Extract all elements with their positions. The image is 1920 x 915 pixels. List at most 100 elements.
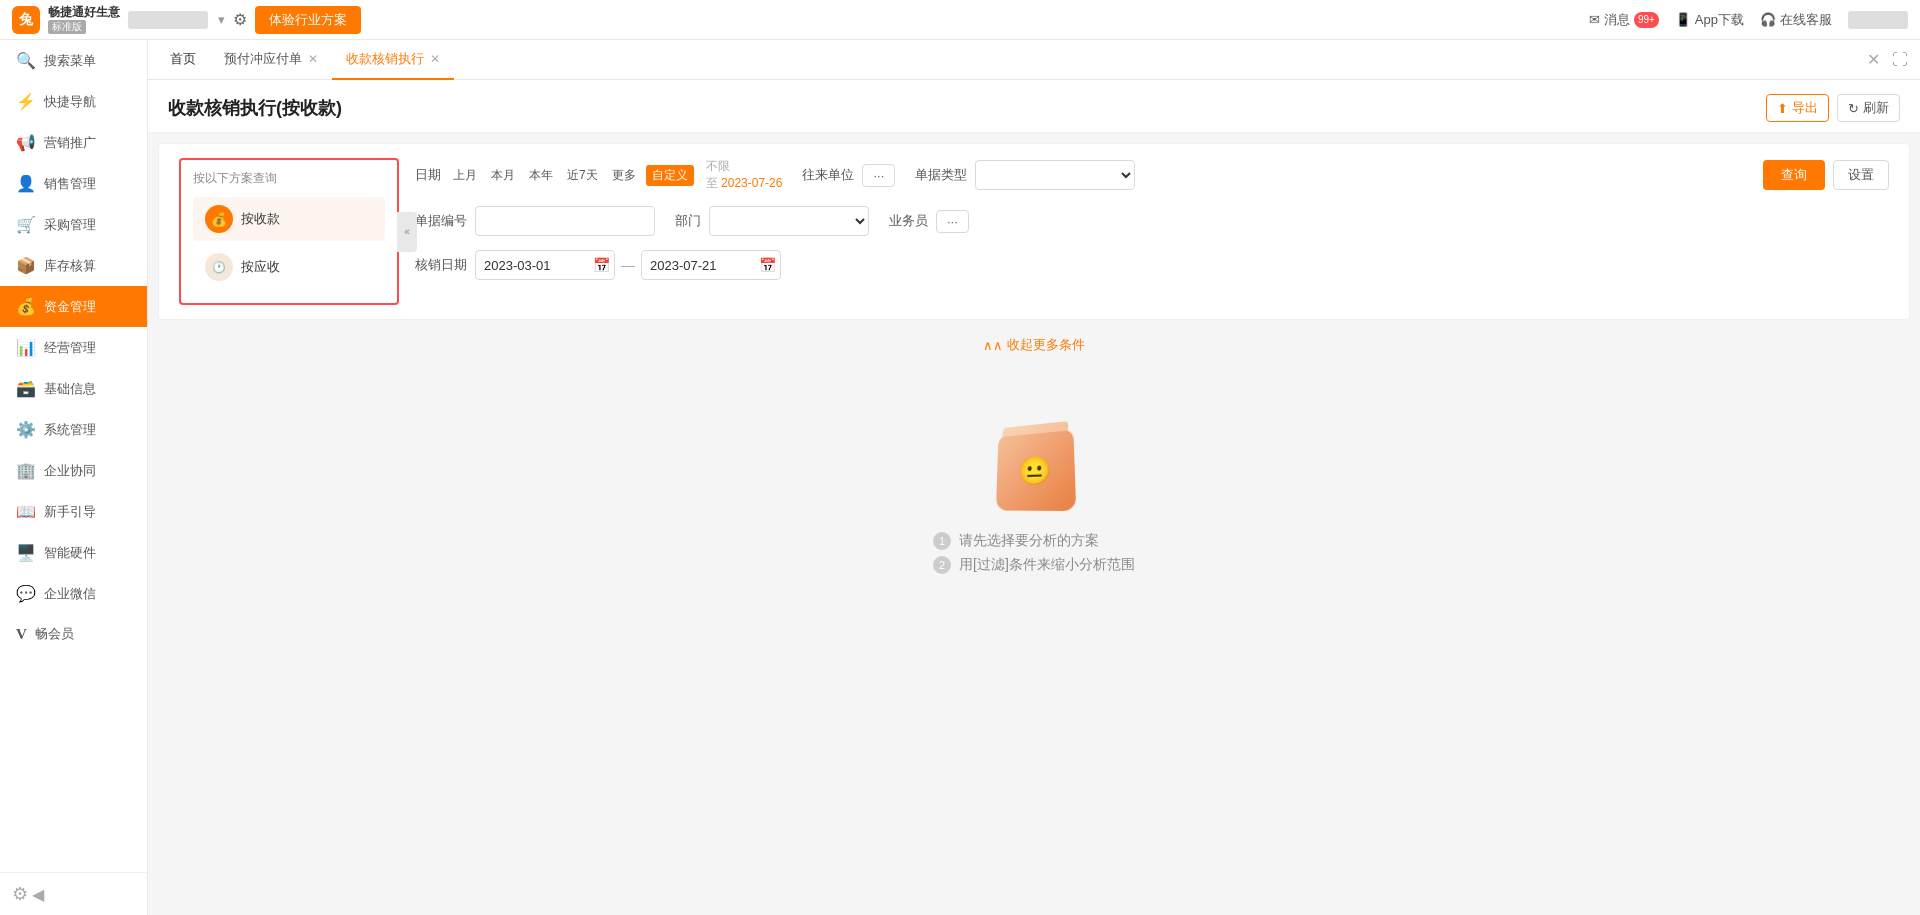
sidebar-item-wechat[interactable]: 💬 企业微信 [0,573,147,614]
filter-scheme-panel: 按以下方案查询 💰 按收款 🕐 按应收 « [179,158,399,305]
export-button[interactable]: ⬆ 导出 [1766,94,1829,122]
sidebar-item-smart-hw[interactable]: 🖥️ 智能硬件 [0,532,147,573]
sidebar-collapse-button[interactable]: ◀ [32,885,44,904]
sidebar-item-purchase[interactable]: 🛒 采购管理 [0,204,147,245]
filter-collapse-button[interactable]: « [397,212,417,252]
business-icon: 📊 [16,338,36,357]
hint-text-2: 用[过滤]条件来缩小分析范围 [959,556,1135,574]
counterparty-label: 往来单位 [802,166,854,184]
doc-number-field: 单据编号 [415,206,655,236]
shortcut-custom[interactable]: 自定义 [646,165,694,186]
shortcut-7days[interactable]: 近7天 [563,165,602,186]
smart-hw-icon: 🖥️ [16,543,36,562]
marketing-icon: 📢 [16,133,36,152]
sidebar-item-finance[interactable]: 💰 资金管理 [0,286,147,327]
writeoff-date-end-input[interactable] [650,258,755,273]
page-header: 收款核销执行(按收款) ⬆ 导出 ↻ 刷新 [148,80,1920,133]
writeoff-date-start-input[interactable] [484,258,589,273]
app-layout: 🔍 搜索菜单 ⚡ 快捷导航 📢 营销推广 👤 销售管理 🛒 采购管理 📦 库存核… [0,40,1920,915]
sidebar-label: 智能硬件 [44,544,96,562]
member-icon: V [16,626,27,643]
sidebar-item-business[interactable]: 📊 经营管理 [0,327,147,368]
empty-box-illustration: 😐 [996,428,1076,511]
sidebar-label: 企业微信 [44,585,96,603]
dropdown-chevron-icon[interactable]: ▾ [218,12,225,27]
dept-select[interactable] [709,206,869,236]
doc-type-label: 单据类型 [915,166,967,184]
writeoff-date-start-wrap: 📅 [475,250,615,280]
hint-text-1: 请先选择要分析的方案 [959,532,1099,550]
sidebar-item-basic-info[interactable]: 🗃️ 基础信息 [0,368,147,409]
system-icon: ⚙️ [16,420,36,439]
user-avatar[interactable] [1848,11,1908,29]
filter-by-receipt[interactable]: 💰 按收款 [193,197,385,241]
calendar-end-icon[interactable]: 📅 [759,257,776,273]
filter-row-2: 单据编号 部门 业务员 ··· [415,206,1889,236]
filter-scheme-title: 按以下方案查询 [193,170,385,187]
sidebar-item-member[interactable]: V 畅会员 [0,614,147,654]
app-download-button[interactable]: 📱 App下载 [1675,11,1744,29]
shortcut-this-month[interactable]: 本月 [487,165,519,186]
sidebar-label: 搜索菜单 [44,52,96,70]
tab-receipt-writeoff-close-icon[interactable]: ✕ [430,52,440,66]
empty-hint-2: 2 用[过滤]条件来缩小分析范围 [933,556,1135,574]
empty-icon: 😐 [984,420,1084,520]
settings-button[interactable]: 设置 [1833,160,1889,190]
refresh-button[interactable]: ↻ 刷新 [1837,94,1900,122]
filter-row-1: 日期 上月 本月 本年 近7天 更多 自定义 不限 至 [415,158,1889,192]
calendar-start-icon[interactable]: 📅 [593,257,610,273]
receivable-option-icon: 🕐 [205,253,233,281]
receipt-option-icon: 💰 [205,205,233,233]
brand-sub: 标准版 [48,20,86,34]
wechat-icon: 💬 [16,584,36,603]
shortcut-last-month[interactable]: 上月 [449,165,481,186]
message-badge: 99+ [1634,12,1659,28]
doc-number-input[interactable] [475,206,655,236]
guide-icon: 📖 [16,502,36,521]
online-service-button[interactable]: 🎧 在线客服 [1760,11,1832,29]
tab-receipt-writeoff[interactable]: 收款核销执行 ✕ [332,40,454,80]
tab-prepay-close-icon[interactable]: ✕ [308,52,318,66]
topbar: 兔 畅捷通好生意 标准版 ▾ ⚙ 体验行业方案 ✉ 消息 99+ 📱 App下载… [0,0,1920,40]
shortcut-this-year[interactable]: 本年 [525,165,557,186]
footer-settings-icon[interactable]: ⚙ [12,883,28,905]
sidebar-item-sales[interactable]: 👤 销售管理 [0,163,147,204]
sidebar-item-quick-nav[interactable]: ⚡ 快捷导航 [0,81,147,122]
tab-close-all-icon[interactable]: ✕ [1863,46,1884,73]
counterparty-picker-button[interactable]: ··· [862,164,895,187]
sidebar-item-guide[interactable]: 📖 新手引导 [0,491,147,532]
page-title: 收款核销执行(按收款) [168,96,342,120]
writeoff-date-field: 核销日期 📅 — 📅 [415,250,781,280]
hint-num-1: 1 [933,532,951,550]
sidebar-item-marketing[interactable]: 📢 营销推广 [0,122,147,163]
settings-gear-icon[interactable]: ⚙ [233,10,247,29]
doc-type-field: 单据类型 [915,160,1135,190]
shortcut-more[interactable]: 更多 [608,165,640,186]
filter-fields: 日期 上月 本月 本年 近7天 更多 自定义 不限 至 [415,158,1889,305]
tab-home-label: 首页 [170,50,196,68]
staff-picker-button[interactable]: ··· [936,210,969,233]
sidebar-item-inventory[interactable]: 📦 库存核算 [0,245,147,286]
sidebar-item-system[interactable]: ⚙️ 系统管理 [0,409,147,450]
messages-button[interactable]: ✉ 消息 99+ [1589,11,1659,29]
empty-hints: 1 请先选择要分析的方案 2 用[过滤]条件来缩小分析范围 [933,532,1135,574]
message-icon: ✉ [1589,12,1600,27]
tab-expand-icon[interactable]: ⛶ [1888,47,1912,73]
industry-solution-button[interactable]: 体验行业方案 [255,6,361,34]
tab-bar-actions: ✕ ⛶ [1863,46,1912,73]
tab-prepay[interactable]: 预付冲应付单 ✕ [210,40,332,80]
tab-home[interactable]: 首页 [156,40,210,80]
doc-type-select[interactable] [975,160,1135,190]
sidebar-item-search-menu[interactable]: 🔍 搜索菜单 [0,40,147,81]
collapse-conditions-button[interactable]: ∧∧ 收起更多条件 [158,330,1910,360]
sidebar-label: 企业协同 [44,462,96,480]
date-field: 日期 上月 本月 本年 近7天 更多 自定义 不限 至 [415,158,782,192]
sales-icon: 👤 [16,174,36,193]
query-button[interactable]: 查询 [1763,160,1825,190]
sidebar-label: 新手引导 [44,503,96,521]
filter-by-receivable[interactable]: 🕐 按应收 [193,245,385,289]
filter-row-3: 核销日期 📅 — 📅 [415,250,1889,280]
sidebar-item-enterprise[interactable]: 🏢 企业协同 [0,450,147,491]
quick-nav-icon: ⚡ [16,92,36,111]
sidebar-label: 库存核算 [44,257,96,275]
